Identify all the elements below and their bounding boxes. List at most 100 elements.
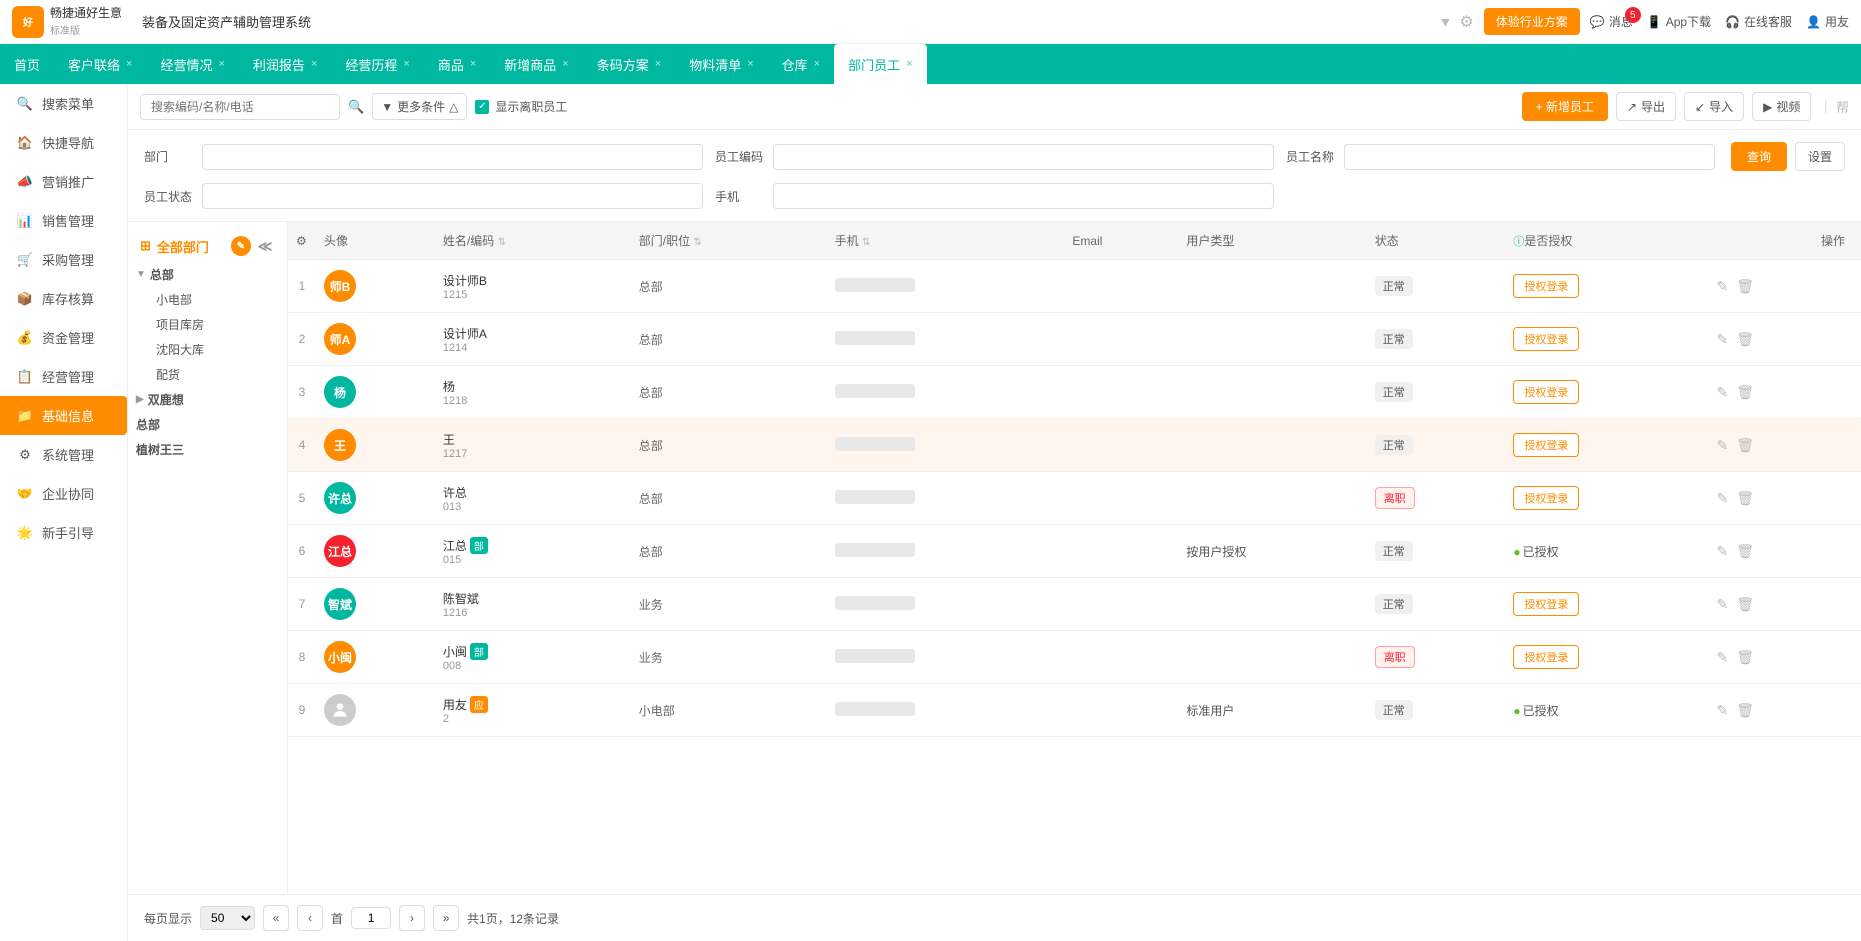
edit-icon[interactable]: ✎ <box>1717 649 1729 666</box>
sidebar-item-search[interactable]: 🔍 搜索菜单 <box>0 84 127 123</box>
dept-node-shenyang[interactable]: 沈阳大库 <box>136 337 279 362</box>
next-page-button[interactable]: › <box>399 905 425 931</box>
tab-close-barcode[interactable]: × <box>655 58 661 70</box>
tab-close-warehouse[interactable]: × <box>814 58 820 70</box>
filter-name-input[interactable] <box>1344 144 1715 170</box>
tab-warehouse[interactable]: 仓库× <box>768 44 834 84</box>
edit-icon[interactable]: ✎ <box>1717 278 1729 295</box>
tab-home[interactable]: 首页 <box>0 44 54 84</box>
dept-node-zhishu[interactable]: 植树王三 <box>136 437 279 462</box>
col-phone[interactable]: 手机 ⇅ <box>827 222 1065 260</box>
auth-button[interactable]: 授权登录 <box>1513 592 1579 616</box>
sort-dept-icon[interactable]: ⇅ <box>693 237 701 248</box>
col-settings[interactable]: ⚙ <box>288 222 316 260</box>
first-page-button[interactable]: « <box>263 905 289 931</box>
filter-dept-select[interactable] <box>202 144 703 170</box>
filter-phone-input[interactable] <box>773 183 1274 209</box>
edit-icon[interactable]: ✎ <box>1717 543 1729 560</box>
auth-button[interactable]: 授权登录 <box>1513 327 1579 351</box>
more-filter-button[interactable]: ▼ 更多条件 △ <box>372 93 467 120</box>
add-employee-button[interactable]: + 新增员工 <box>1522 92 1608 121</box>
tab-close-profit[interactable]: × <box>311 58 317 70</box>
sidebar-item-manage[interactable]: 📋 经营管理 <box>0 357 127 396</box>
delete-icon[interactable]: 🗑 <box>1736 278 1754 295</box>
sort-phone-icon[interactable]: ⇅ <box>862 237 870 248</box>
delete-icon[interactable]: 🗑 <box>1736 331 1754 348</box>
tab-operation[interactable]: 经营情况× <box>146 44 238 84</box>
export-button[interactable]: ↗ 导出 <box>1616 92 1676 121</box>
sidebar-item-system[interactable]: ⚙ 系统管理 <box>0 435 127 474</box>
import-button[interactable]: ↙ 导入 <box>1684 92 1744 121</box>
prev-page-button[interactable]: ‹ <box>297 905 323 931</box>
system-title-dropdown-icon[interactable]: ▾ <box>1441 12 1449 32</box>
dept-node-xiaodibu[interactable]: 小电部 <box>136 287 279 312</box>
help-button[interactable]: ｜ 帮 <box>1819 97 1849 116</box>
delete-icon[interactable]: 🗑 <box>1736 596 1754 613</box>
dept-node-shuanglu[interactable]: ▶ 双鹿想 <box>136 387 279 412</box>
dept-node-distribution[interactable]: 配货 <box>136 362 279 387</box>
auth-button[interactable]: 授权登录 <box>1513 645 1579 669</box>
filter-code-input[interactable] <box>773 144 1274 170</box>
edit-icon[interactable]: ✎ <box>1717 331 1729 348</box>
tab-close-customer[interactable]: × <box>126 58 132 70</box>
try-solution-button[interactable]: 体验行业方案 <box>1484 8 1580 35</box>
dept-node-project[interactable]: 项目库房 <box>136 312 279 337</box>
sidebar-item-basic[interactable]: 📁 基础信息 <box>0 396 127 435</box>
sidebar-item-marketing[interactable]: 📣 营销推广 <box>0 162 127 201</box>
tab-goods[interactable]: 商品× <box>424 44 490 84</box>
tab-close-bom[interactable]: × <box>747 58 753 70</box>
page-size-select[interactable]: 50 100 <box>200 906 255 930</box>
col-dept[interactable]: 部门/职位 ⇅ <box>631 222 827 260</box>
col-name[interactable]: 姓名/编码 ⇅ <box>435 222 631 260</box>
tab-close-new-goods[interactable]: × <box>562 58 568 70</box>
delete-icon[interactable]: 🗑 <box>1736 543 1754 560</box>
filter-set-button[interactable]: 设置 <box>1795 142 1845 171</box>
auth-button[interactable]: 授权登录 <box>1513 274 1579 298</box>
last-page-button[interactable]: » <box>433 905 459 931</box>
tab-customer[interactable]: 客户联络× <box>54 44 146 84</box>
user-action[interactable]: 👤 用友 <box>1806 13 1849 30</box>
tab-barcode[interactable]: 条码方案× <box>583 44 675 84</box>
edit-icon[interactable]: ✎ <box>1717 384 1729 401</box>
search-button[interactable]: 🔍 <box>348 99 364 115</box>
app-download-action[interactable]: 📱 App下载 <box>1647 13 1711 30</box>
tab-close-operation[interactable]: × <box>218 58 224 70</box>
show-resigned-toggle[interactable]: ✓ 显示离职员工 <box>475 98 567 115</box>
dept-collapse-button[interactable]: ≪ <box>255 236 275 256</box>
sidebar-item-finance[interactable]: 💰 资金管理 <box>0 318 127 357</box>
dept-edit-button[interactable]: ✎ <box>231 236 251 256</box>
tab-profit[interactable]: 利润报告× <box>239 44 331 84</box>
edit-icon[interactable]: ✎ <box>1717 490 1729 507</box>
message-action[interactable]: 💬 5 消息 <box>1590 13 1633 30</box>
delete-icon[interactable]: 🗑 <box>1736 702 1754 719</box>
tab-employee[interactable]: 部门员工× <box>834 44 926 84</box>
tab-new-goods[interactable]: 新增商品× <box>490 44 582 84</box>
tab-bom[interactable]: 物料清单× <box>675 44 767 84</box>
auth-button[interactable]: 授权登录 <box>1513 380 1579 404</box>
current-page-input[interactable] <box>351 907 391 929</box>
video-button[interactable]: ▶ 视频 <box>1752 92 1811 121</box>
tab-close-employee[interactable]: × <box>906 58 912 70</box>
sidebar-item-guide[interactable]: 🌟 新手引导 <box>0 513 127 552</box>
delete-icon[interactable]: 🗑 <box>1736 437 1754 454</box>
edit-icon[interactable]: ✎ <box>1717 437 1729 454</box>
search-input[interactable] <box>140 94 340 120</box>
dept-node-zongbu[interactable]: 总部 <box>136 412 279 437</box>
sort-name-icon[interactable]: ⇅ <box>498 237 506 248</box>
dept-node-general[interactable]: ▼ 总部 <box>136 262 279 287</box>
sidebar-item-collab[interactable]: 🤝 企业协同 <box>0 474 127 513</box>
tab-close-goods[interactable]: × <box>470 58 476 70</box>
tab-history[interactable]: 经营历程× <box>331 44 423 84</box>
sidebar-item-inventory[interactable]: 📦 库存核算 <box>0 279 127 318</box>
sidebar-item-nav[interactable]: 🏠 快捷导航 <box>0 123 127 162</box>
auth-button[interactable]: 授权登录 <box>1513 486 1579 510</box>
filter-status-select[interactable] <box>202 183 703 209</box>
settings-icon[interactable]: ⚙ <box>1459 12 1473 32</box>
auth-button[interactable]: 授权登录 <box>1513 433 1579 457</box>
filter-search-button[interactable]: 查询 <box>1731 142 1787 171</box>
delete-icon[interactable]: 🗑 <box>1736 649 1754 666</box>
sidebar-item-purchase[interactable]: 🛒 采购管理 <box>0 240 127 279</box>
tab-close-history[interactable]: × <box>403 58 409 70</box>
show-resigned-checkbox[interactable]: ✓ <box>475 100 489 114</box>
delete-icon[interactable]: 🗑 <box>1736 384 1754 401</box>
